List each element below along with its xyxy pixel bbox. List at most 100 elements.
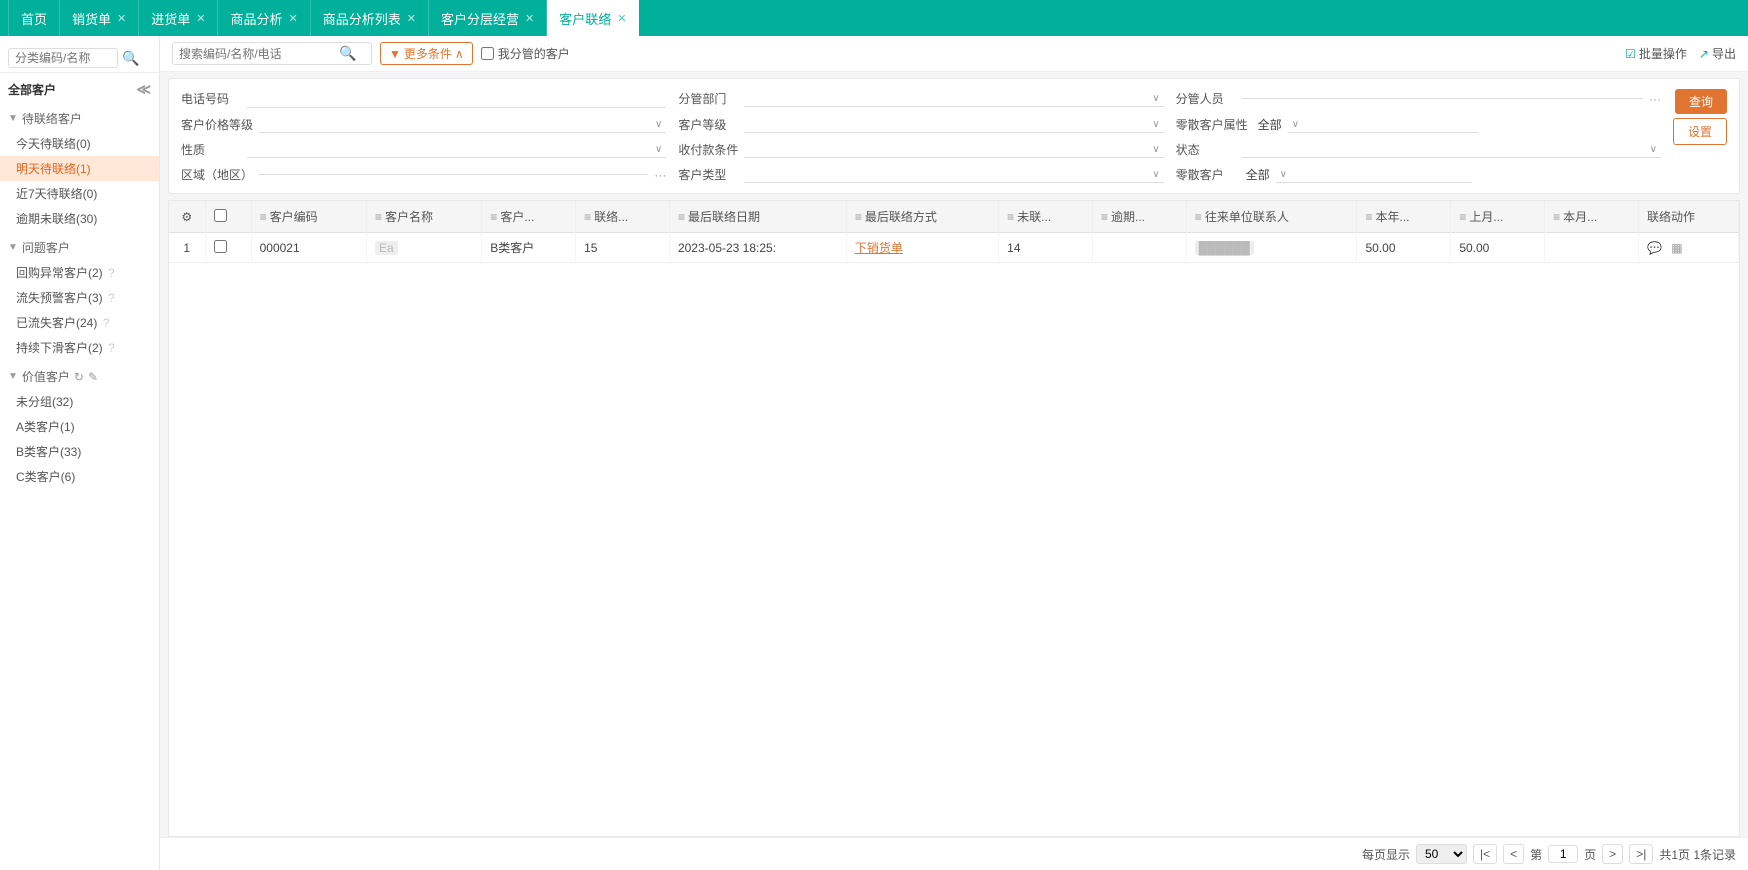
help-icon-1[interactable]: ? [108, 291, 115, 305]
settings-col-header[interactable]: ⚙ [169, 201, 205, 233]
col-code-icon[interactable]: ≡ [260, 210, 267, 224]
sidebar-section-pending[interactable]: 待联络客户 [0, 106, 159, 131]
nav-customer-contact[interactable]: 客户联络 ✕ [547, 0, 639, 36]
col-last-month-icon[interactable]: ≡ [1459, 210, 1466, 224]
manager-more-btn[interactable]: ··· [1649, 92, 1661, 106]
my-customers-checkbox[interactable] [481, 47, 494, 60]
nav-goods-analysis[interactable]: 商品分析 ✕ [218, 0, 310, 36]
row-select-checkbox[interactable] [214, 240, 227, 253]
nav-home[interactable]: 首页 [8, 0, 60, 36]
col-name-icon[interactable]: ≡ [375, 210, 382, 224]
export-btn[interactable]: ↗ 导出 [1699, 45, 1736, 62]
row-overdue [1092, 233, 1186, 263]
sidebar-item-ungrouped[interactable]: 未分组(32) [0, 389, 159, 414]
last-page-btn[interactable]: >| [1629, 844, 1653, 864]
close-customer-tier-icon[interactable]: ✕ [525, 12, 534, 25]
row-no-contact: 14 [999, 233, 1093, 263]
row-code: 000021 [251, 233, 366, 263]
close-sales-icon[interactable]: ✕ [117, 12, 126, 25]
col-this-year: ≡本年... [1357, 201, 1451, 233]
sidebar-collapse-icon[interactable]: ≪ [136, 81, 151, 98]
sidebar-item-today-pending[interactable]: 今天待联络(0) [0, 131, 159, 156]
retail-customer-select[interactable]: ∨ [1276, 167, 1473, 183]
phone-input[interactable] [247, 89, 666, 108]
payment-select[interactable]: ∨ [744, 142, 1163, 158]
search-icon[interactable]: 🔍 [339, 45, 356, 62]
first-page-btn[interactable]: |< [1473, 844, 1497, 864]
col-no-contact-icon[interactable]: ≡ [1007, 210, 1014, 224]
col-contact-icon[interactable]: ≡ [584, 210, 591, 224]
col-this-month-icon[interactable]: ≡ [1553, 210, 1560, 224]
page-input[interactable] [1548, 845, 1578, 863]
query-button[interactable]: 查询 [1675, 89, 1727, 114]
customer-type-select[interactable]: ∨ [744, 167, 1163, 183]
set-button[interactable]: 设置 [1673, 118, 1727, 145]
sidebar-search-icon[interactable]: 🔍 [122, 50, 139, 67]
sidebar-section-value[interactable]: 价值客户 ↻ ✎ [0, 364, 159, 389]
col-last-date-icon[interactable]: ≡ [678, 210, 685, 224]
batch-op-btn[interactable]: ☑ 批量操作 [1625, 45, 1687, 62]
col-unit-contact-icon[interactable]: ≡ [1195, 210, 1202, 224]
table-header-row: ⚙ ≡客户编码 ≡客户名称 ≡客户... ≡联络... ≡最后联络日期 ≡最后联… [169, 201, 1739, 233]
close-purchase-icon[interactable]: ✕ [196, 12, 205, 25]
checkbox-col-header[interactable] [205, 201, 251, 233]
per-page-label: 每页显示 [1362, 846, 1410, 863]
row-no: 1 [169, 233, 205, 263]
main-container: 🔍 全部客户 ≪ 待联络客户 今天待联络(0) 明天待联络(1) 近7天待联络(… [0, 36, 1748, 870]
retail-attr-select[interactable]: ∨ [1288, 117, 1479, 133]
nature-select[interactable]: ∨ [247, 142, 666, 158]
sidebar-item-tomorrow-pending[interactable]: 明天待联络(1) [0, 156, 159, 181]
col-type-icon[interactable]: ≡ [490, 210, 497, 224]
nature-arrow-icon: ∨ [655, 144, 662, 155]
select-all-checkbox[interactable] [214, 209, 227, 222]
customer-tier-select[interactable]: ∨ [744, 117, 1163, 133]
sidebar-search-input[interactable] [8, 48, 118, 68]
refresh-icon[interactable]: ↻ [74, 370, 84, 384]
action-chat-icon[interactable]: 💬 [1647, 241, 1662, 255]
nav-goods-analysis-list[interactable]: 商品分析列表 ✕ [311, 0, 429, 36]
sidebar-item-churned[interactable]: 已流失客户(24) ? [0, 310, 159, 335]
col-last-method-icon[interactable]: ≡ [855, 210, 862, 224]
help-icon-2[interactable]: ? [103, 316, 110, 330]
next-page-btn[interactable]: > [1602, 844, 1623, 864]
my-customers-checkbox-label[interactable]: 我分管的客户 [481, 45, 570, 62]
region-label: 区域（地区） [181, 166, 253, 183]
payment-label: 收付款条件 [678, 141, 738, 158]
filter-cell-customer-tier: 客户等级 ∨ [678, 116, 1163, 133]
sidebar-item-class-b[interactable]: B类客户(33) [0, 439, 159, 464]
nav-customer-tier[interactable]: 客户分层经营 ✕ [429, 0, 547, 36]
search-input[interactable] [179, 47, 339, 61]
sidebar-item-class-a[interactable]: A类客户(1) [0, 414, 159, 439]
sidebar-all-customers[interactable]: 全部客户 ≪ [0, 77, 159, 102]
edit-icon[interactable]: ✎ [88, 370, 98, 384]
action-grid-icon[interactable]: ▦ [1671, 241, 1682, 255]
filter-cell-manager: 分管人员 ··· [1176, 90, 1661, 107]
last-method-link[interactable]: 下销货单 [855, 241, 903, 255]
help-icon-3[interactable]: ? [108, 341, 115, 355]
row-checkbox[interactable] [205, 233, 251, 263]
close-goods-analysis-list-icon[interactable]: ✕ [407, 12, 416, 25]
sidebar-item-overdue-pending[interactable]: 逾期未联络(30) [0, 206, 159, 231]
col-overdue-icon[interactable]: ≡ [1101, 210, 1108, 224]
dept-select[interactable]: ∨ [744, 91, 1163, 107]
sidebar-item-churn-warning[interactable]: 流失预警客户(3) ? [0, 285, 159, 310]
col-this-year-icon[interactable]: ≡ [1365, 210, 1372, 224]
sidebar-item-7day-pending[interactable]: 近7天待联络(0) [0, 181, 159, 206]
prev-page-btn[interactable]: < [1503, 844, 1524, 864]
filter-more-btn[interactable]: ▼ 更多条件 ∧ [380, 42, 473, 65]
close-goods-analysis-icon[interactable]: ✕ [289, 12, 298, 25]
nav-sales[interactable]: 销货单 ✕ [60, 0, 139, 36]
per-page-select[interactable]: 50 20 100 [1416, 844, 1467, 864]
sidebar-item-repurchase-abnormal[interactable]: 回购异常客户(2) ? [0, 260, 159, 285]
price-tier-select[interactable]: ∨ [259, 117, 666, 133]
status-select[interactable]: ∨ [1242, 142, 1661, 158]
sidebar-section-problem[interactable]: 问题客户 [0, 235, 159, 260]
customer-type-arrow-icon: ∨ [1152, 169, 1159, 180]
sidebar-item-declining[interactable]: 持续下滑客户(2) ? [0, 335, 159, 360]
close-customer-contact-icon[interactable]: ✕ [617, 12, 626, 25]
nav-purchase[interactable]: 进货单 ✕ [139, 0, 218, 36]
sidebar-item-class-c[interactable]: C类客户(6) [0, 464, 159, 489]
help-icon-0[interactable]: ? [108, 266, 115, 280]
region-more-btn[interactable]: ··· [654, 168, 666, 182]
retail-customer-arrow-icon: ∨ [1280, 169, 1287, 180]
